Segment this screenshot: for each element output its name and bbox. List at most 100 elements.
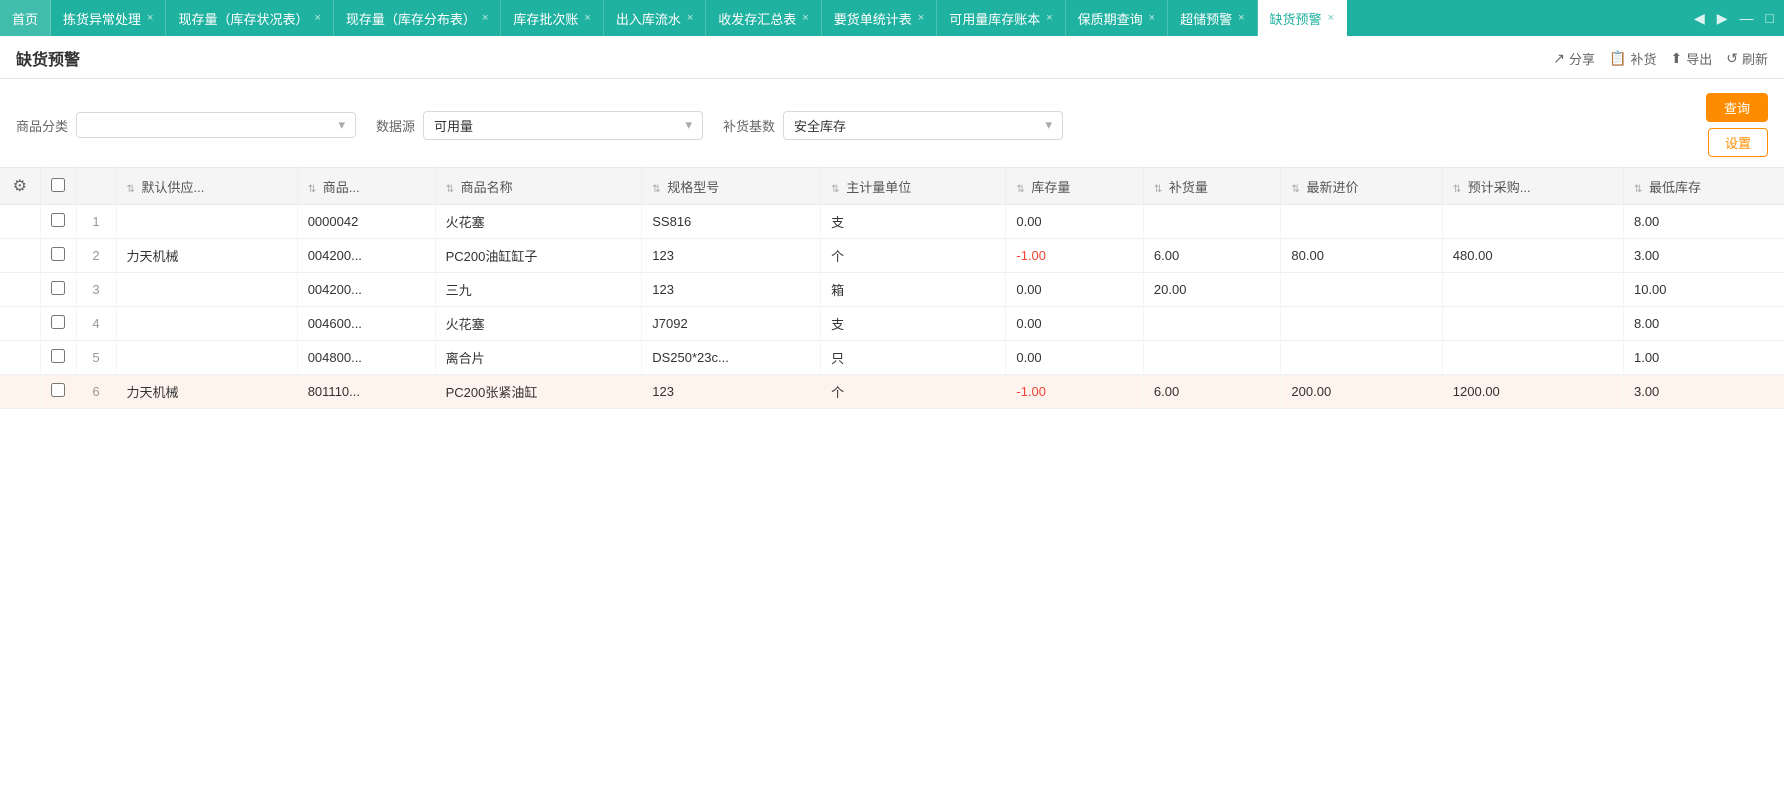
row-checkbox-cell <box>40 307 76 341</box>
close-icon[interactable]: × <box>314 12 320 24</box>
col-spec: ⇅ 规格型号 <box>642 168 821 205</box>
close-icon[interactable]: × <box>1238 12 1244 24</box>
row-checkbox[interactable] <box>51 247 65 261</box>
row-latest-price: 80.00 <box>1281 239 1442 273</box>
col-goods-name: ⇅ 商品名称 <box>435 168 642 205</box>
row-checkbox-cell <box>40 375 76 409</box>
row-checkbox-cell <box>40 341 76 375</box>
close-icon[interactable]: × <box>584 12 590 24</box>
filter-area: 商品分类 ▾ 数据源 可用量 ▾ 补货基数 安全库存 ▾ 查询 设置 <box>0 79 1784 167</box>
nav-minimize-button[interactable]: — <box>1734 8 1760 28</box>
sort-icon: ⇅ <box>652 184 660 195</box>
replenish-button[interactable]: 📋 补货 <box>1609 49 1656 68</box>
nav-tab-picking[interactable]: 拣货异常处理 × <box>51 0 166 36</box>
col-latest-price: ⇅ 最新进价 <box>1281 168 1442 205</box>
row-supplier <box>116 341 297 375</box>
datasource-select[interactable]: 可用量 ▾ <box>423 111 703 140</box>
row-settings <box>0 273 40 307</box>
close-icon[interactable]: × <box>918 12 924 24</box>
row-forecast <box>1442 273 1623 307</box>
sort-icon: ⇅ <box>446 184 454 195</box>
select-all-checkbox[interactable] <box>51 178 65 192</box>
sort-icon: ⇅ <box>127 184 135 195</box>
row-replenish <box>1143 341 1281 375</box>
nav-controls: ◀ ▶ — □ <box>1688 8 1784 29</box>
replenish-filter: 补货基数 安全库存 ▾ <box>723 111 1063 140</box>
share-icon: ↗ <box>1553 50 1565 67</box>
col-forecast: ⇅ 预计采购... <box>1442 168 1623 205</box>
sort-icon: ⇅ <box>1016 184 1024 195</box>
nav-tab-batch[interactable]: 库存批次账 × <box>501 0 603 36</box>
nav-next-button[interactable]: ▶ <box>1711 8 1734 29</box>
row-settings <box>0 341 40 375</box>
row-checkbox[interactable] <box>51 281 65 295</box>
sort-icon: ⇅ <box>831 184 839 195</box>
close-icon[interactable]: × <box>687 12 693 24</box>
chevron-down-icon: ▾ <box>338 117 345 133</box>
row-unit: 个 <box>821 239 1006 273</box>
row-checkbox[interactable] <box>51 315 65 329</box>
row-checkbox[interactable] <box>51 349 65 363</box>
row-unit: 支 <box>821 205 1006 239</box>
category-select[interactable]: ▾ <box>76 112 356 138</box>
row-min-stock: 10.00 <box>1623 273 1784 307</box>
table-row: 3 004200... 三九 123 箱 0.00 20.00 10.00 <box>0 273 1784 307</box>
row-checkbox[interactable] <box>51 383 65 397</box>
nav-tab-inventory-dist[interactable]: 现存量（库存分布表） × <box>334 0 501 36</box>
row-unit: 个 <box>821 375 1006 409</box>
close-icon[interactable]: × <box>802 12 808 24</box>
row-checkbox-cell <box>40 205 76 239</box>
table-row: 4 004600... 火花塞 J7092 支 0.00 8.00 <box>0 307 1784 341</box>
row-stock: -1.00 <box>1006 239 1144 273</box>
row-goods-code: 004600... <box>297 307 435 341</box>
nav-tab-shortage[interactable]: 缺货预警 × <box>1258 0 1347 36</box>
nav-tab-order[interactable]: 要货单统计表 × <box>822 0 937 36</box>
row-supplier <box>116 205 297 239</box>
row-latest-price <box>1281 205 1442 239</box>
close-icon[interactable]: × <box>1328 12 1334 24</box>
row-spec: DS250*23c... <box>642 341 821 375</box>
sort-icon: ⇅ <box>1634 184 1642 195</box>
row-unit: 箱 <box>821 273 1006 307</box>
nav-tab-available[interactable]: 可用量库存账本 × <box>937 0 1065 36</box>
data-table: ⚙ ⇅ 默认供应... ⇅ 商品... ⇅ <box>0 167 1784 409</box>
nav-tab-expiry[interactable]: 保质期查询 × <box>1066 0 1168 36</box>
nav-tab-summary[interactable]: 收发存汇总表 × <box>706 0 821 36</box>
nav-prev-button[interactable]: ◀ <box>1688 8 1711 29</box>
close-icon[interactable]: × <box>147 12 153 24</box>
sort-icon: ⇅ <box>1154 184 1162 195</box>
row-min-stock: 8.00 <box>1623 307 1784 341</box>
nav-tab-inventory-status[interactable]: 现存量（库存状况表） × <box>166 0 333 36</box>
query-button[interactable]: 查询 <box>1706 93 1768 122</box>
share-button[interactable]: ↗ 分享 <box>1553 49 1595 68</box>
refresh-button[interactable]: ↺ 刷新 <box>1726 49 1768 68</box>
action-buttons: 查询 设置 <box>1706 93 1768 157</box>
export-button[interactable]: ⬆ 导出 <box>1671 49 1713 68</box>
row-forecast <box>1442 205 1623 239</box>
row-goods-name: 火花塞 <box>435 205 642 239</box>
close-icon[interactable]: × <box>1046 12 1052 24</box>
row-forecast: 1200.00 <box>1442 375 1623 409</box>
nav-tab-home[interactable]: 首页 <box>0 0 51 36</box>
replenish-value: 安全库存 <box>794 116 846 135</box>
row-replenish: 6.00 <box>1143 375 1281 409</box>
row-goods-name: 离合片 <box>435 341 642 375</box>
nav-tab-flow[interactable]: 出入库流水 × <box>604 0 706 36</box>
row-checkbox[interactable] <box>51 213 65 227</box>
gear-icon[interactable]: ⚙ <box>13 178 27 195</box>
row-spec: 123 <box>642 273 821 307</box>
replenish-select[interactable]: 安全库存 ▾ <box>783 111 1063 140</box>
nav-maximize-button[interactable]: □ <box>1760 8 1780 28</box>
page-title: 缺货预警 <box>16 46 1553 70</box>
close-icon[interactable]: × <box>482 12 488 24</box>
row-latest-price <box>1281 307 1442 341</box>
row-index: 6 <box>76 375 116 409</box>
row-forecast <box>1442 341 1623 375</box>
row-settings <box>0 239 40 273</box>
main-content: 缺货预警 ↗ 分享 📋 补货 ⬆ 导出 ↺ 刷新 商品分类 <box>0 36 1784 796</box>
settings-button[interactable]: 设置 <box>1708 128 1768 157</box>
close-icon[interactable]: × <box>1149 12 1155 24</box>
row-stock: 0.00 <box>1006 341 1144 375</box>
nav-tab-overstock[interactable]: 超储预警 × <box>1168 0 1257 36</box>
sort-icon: ⇅ <box>1291 184 1299 195</box>
